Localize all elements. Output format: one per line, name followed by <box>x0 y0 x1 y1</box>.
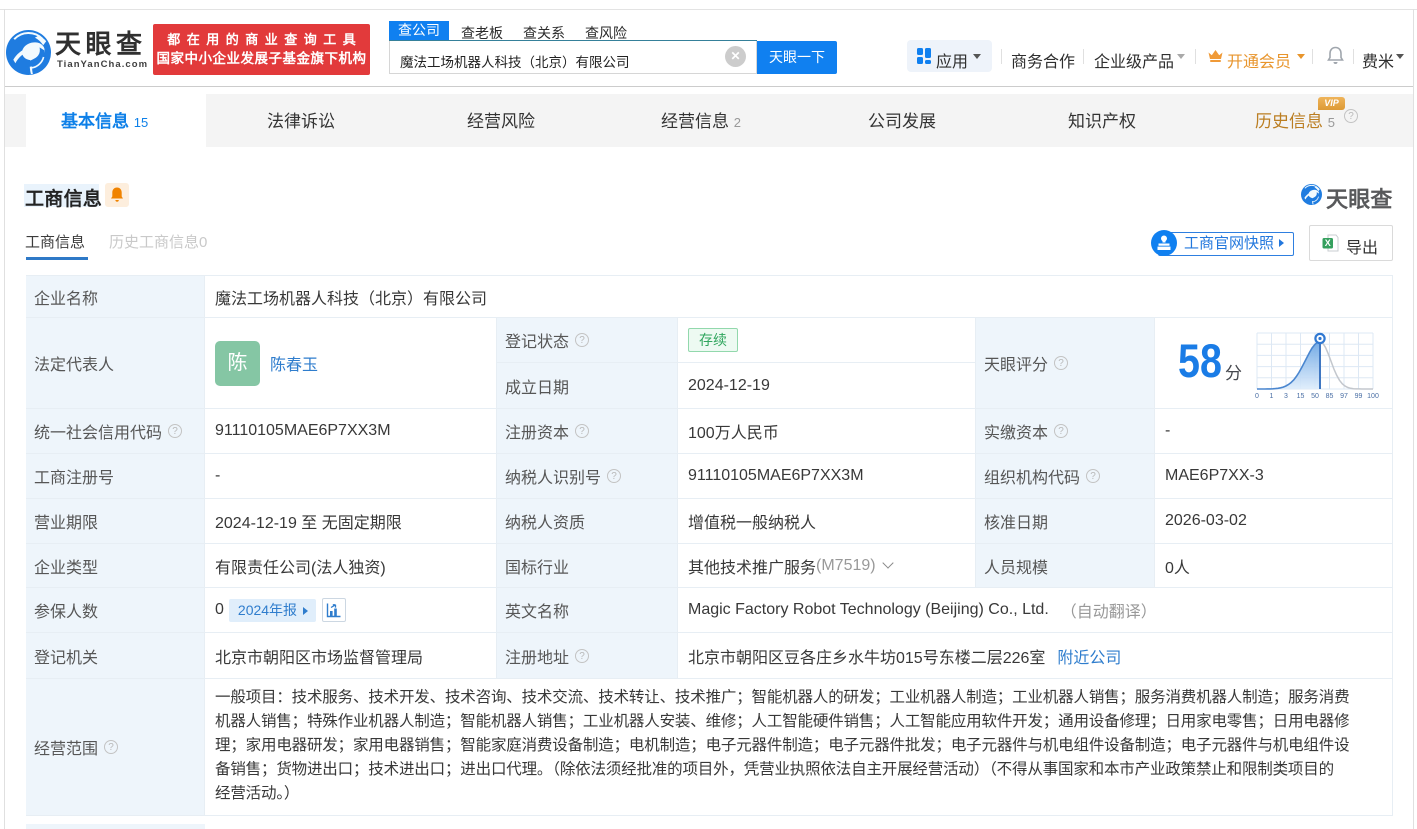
svg-text:50: 50 <box>1311 393 1319 400</box>
svg-text:97: 97 <box>1340 393 1348 400</box>
svg-text:1: 1 <box>1270 393 1274 400</box>
svg-text:3: 3 <box>1284 393 1288 400</box>
svg-text:100: 100 <box>1367 393 1379 400</box>
svg-text:15: 15 <box>1297 393 1305 400</box>
svg-text:X: X <box>1325 238 1331 248</box>
svg-text:0: 0 <box>1255 393 1259 400</box>
svg-text:99: 99 <box>1355 393 1363 400</box>
svg-text:85: 85 <box>1326 393 1334 400</box>
